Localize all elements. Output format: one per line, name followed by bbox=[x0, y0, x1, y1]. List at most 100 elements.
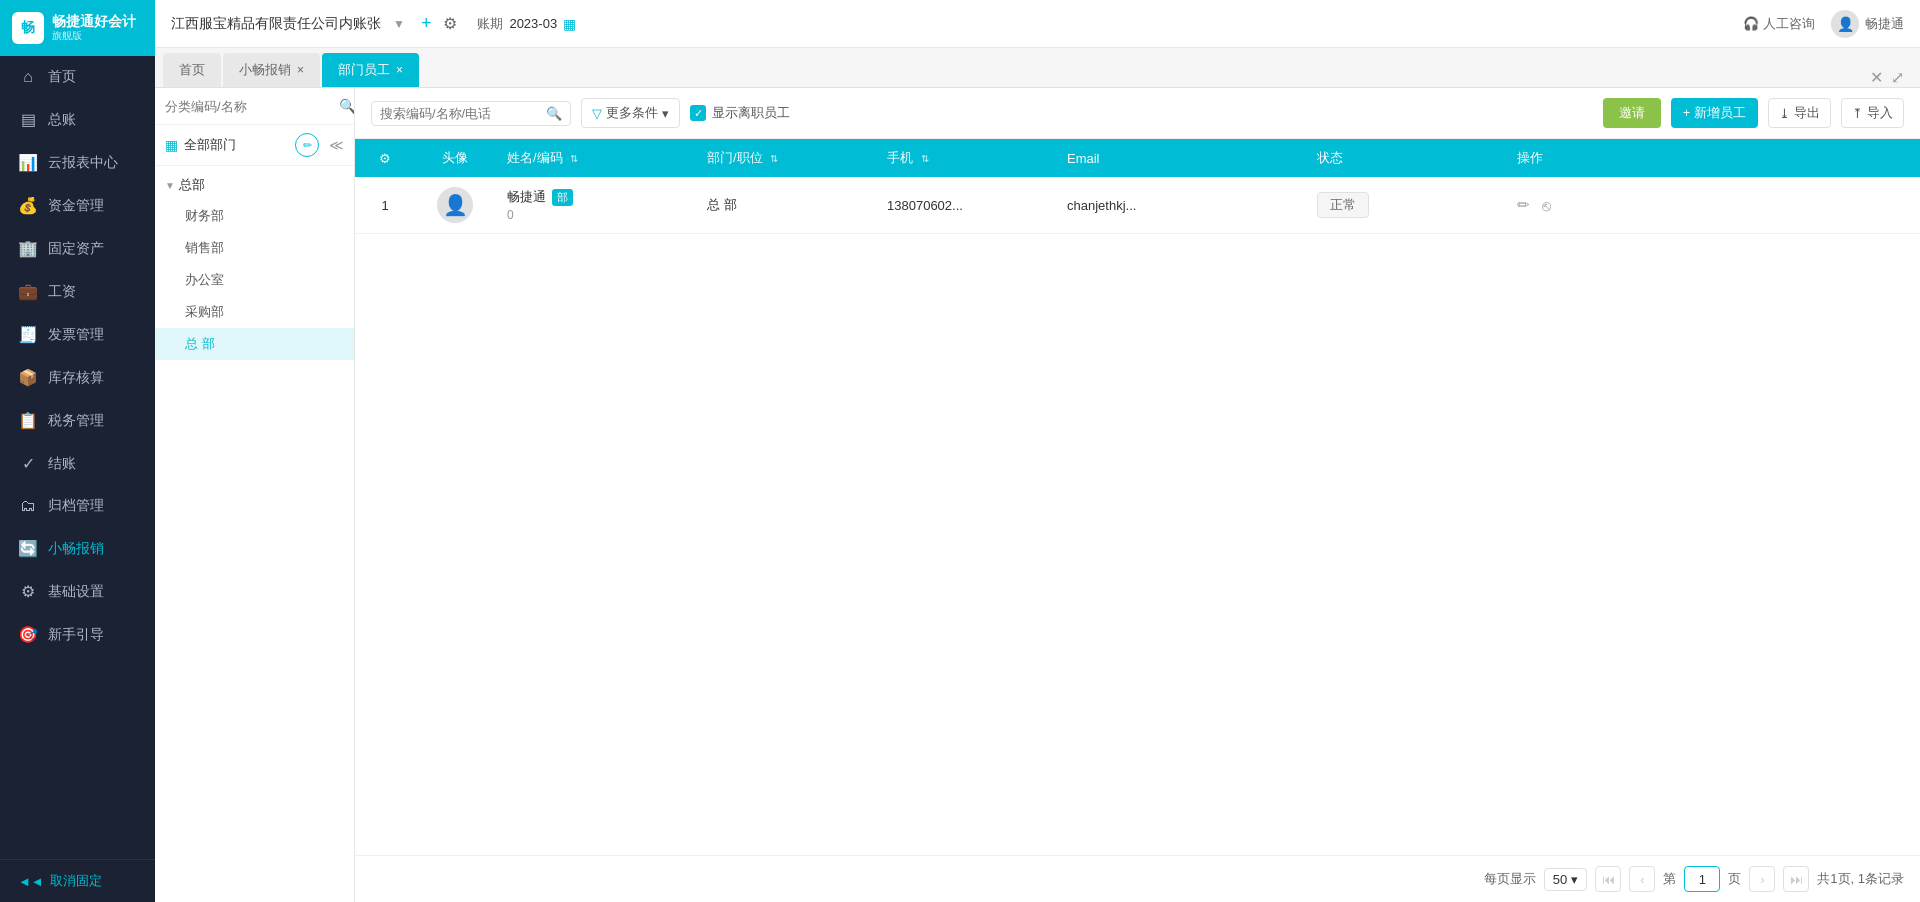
last-page-button[interactable]: ⏭ bbox=[1783, 866, 1809, 892]
tab-department[interactable]: 部门员工 × bbox=[322, 53, 419, 87]
logout-icon[interactable]: ⎋ bbox=[1542, 197, 1551, 214]
col-name[interactable]: 姓名/编码 ⇅ bbox=[495, 139, 695, 177]
page-number-input[interactable] bbox=[1684, 866, 1720, 892]
sidebar-item-label: 新手引导 bbox=[48, 626, 104, 644]
sidebar-item-label: 总账 bbox=[48, 111, 76, 129]
filter-label: 更多条件 bbox=[606, 104, 658, 122]
tax-icon: 📋 bbox=[18, 411, 38, 430]
left-panel: 🔍 ▦ 全部部门 ✏ ≪ ▼ 总部 财务部 销售部 办公室 采购部 总 部 bbox=[155, 88, 355, 902]
sidebar-item-archive[interactable]: 🗂 归档管理 bbox=[0, 485, 155, 527]
add-company-button[interactable]: + bbox=[421, 13, 432, 34]
logo-title: 畅捷通好会计 bbox=[52, 13, 136, 30]
col-avatar: 头像 bbox=[415, 139, 495, 177]
sidebar-item-capital[interactable]: 💰 资金管理 bbox=[0, 184, 155, 227]
employee-name-text: 畅捷通 bbox=[507, 188, 546, 206]
first-page-button[interactable]: ⏮ bbox=[1595, 866, 1621, 892]
add-employee-button[interactable]: + 新增员工 bbox=[1671, 98, 1758, 128]
expand-window-icon[interactable]: ⤢ bbox=[1891, 68, 1904, 87]
dept-item-finance[interactable]: 财务部 bbox=[155, 200, 354, 232]
name-sort-icon: ⇅ bbox=[570, 153, 578, 164]
cell-email: chanjethkj... bbox=[1055, 177, 1305, 234]
dept-item-office[interactable]: 办公室 bbox=[155, 264, 354, 296]
dept-item-sales[interactable]: 销售部 bbox=[155, 232, 354, 264]
col-dept[interactable]: 部门/职位 ⇅ bbox=[695, 139, 875, 177]
settings-icon: ⚙ bbox=[18, 582, 38, 601]
employee-search-icon[interactable]: 🔍 bbox=[546, 106, 562, 121]
show-resigned-toggle[interactable]: ✓ 显示离职员工 bbox=[690, 104, 790, 122]
company-dropdown-icon[interactable]: ▼ bbox=[393, 17, 405, 31]
employee-table: ⚙ 头像 姓名/编码 ⇅ 部门/职位 ⇅ 手机 bbox=[355, 139, 1920, 855]
sidebar-scroll: ⌂ 首页 ▤ 总账 📊 云报表中心 💰 资金管理 🏢 固定资产 💼 工资 🧾 发… bbox=[0, 56, 155, 859]
per-page-select[interactable]: 50 ▾ bbox=[1544, 868, 1587, 891]
phone-sort-icon: ⇅ bbox=[921, 153, 929, 164]
import-label: 导入 bbox=[1867, 104, 1893, 122]
dept-tree: ▼ 总部 财务部 销售部 办公室 采购部 总 部 bbox=[155, 166, 354, 902]
sidebar-item-reports[interactable]: 📊 云报表中心 bbox=[0, 141, 155, 184]
show-resigned-checkbox[interactable]: ✓ bbox=[690, 105, 706, 121]
settings-icon[interactable]: ⚙ bbox=[443, 14, 457, 33]
pagination: 每页显示 50 ▾ ⏮ ‹ 第 页 › ⏭ 共1页, 1条记录 bbox=[355, 855, 1920, 902]
dept-group-hq[interactable]: ▼ 总部 bbox=[155, 170, 354, 200]
sidebar-item-ledger[interactable]: ▤ 总账 bbox=[0, 98, 155, 141]
user-name: 畅捷通 bbox=[1865, 15, 1904, 33]
sidebar-item-invoice[interactable]: 🧾 发票管理 bbox=[0, 313, 155, 356]
sidebar-item-expenses[interactable]: 🔄 小畅报销 bbox=[0, 527, 155, 570]
support-button[interactable]: 🎧 人工咨询 bbox=[1743, 15, 1815, 33]
dept-search-icon[interactable]: 🔍 bbox=[339, 98, 355, 114]
next-page-button[interactable]: › bbox=[1749, 866, 1775, 892]
period-value: 2023-03 bbox=[509, 16, 557, 31]
employee-search-input[interactable] bbox=[380, 106, 540, 121]
sidebar-item-label: 库存核算 bbox=[48, 369, 104, 387]
sidebar-unpin[interactable]: ◄◄ 取消固定 bbox=[0, 859, 155, 902]
sidebar-item-label: 归档管理 bbox=[48, 497, 104, 515]
ledger-icon: ▤ bbox=[18, 110, 38, 129]
sidebar-item-inventory[interactable]: 📦 库存核算 bbox=[0, 356, 155, 399]
sidebar-item-label: 发票管理 bbox=[48, 326, 104, 344]
col-phone[interactable]: 手机 ⇅ bbox=[875, 139, 1055, 177]
cell-status: 正常 bbox=[1305, 177, 1505, 234]
company-name: 江西服宝精品有限责任公司内账张 bbox=[171, 15, 381, 33]
sidebar-item-home[interactable]: ⌂ 首页 bbox=[0, 56, 155, 98]
inventory-icon: 📦 bbox=[18, 368, 38, 387]
dept-search-input[interactable] bbox=[165, 99, 333, 114]
tab-expand-icons: ✕ ⤢ bbox=[1862, 68, 1912, 87]
edit-icon[interactable]: ✏ bbox=[1517, 196, 1530, 214]
cell-index: 1 bbox=[355, 177, 415, 234]
capital-icon: 💰 bbox=[18, 196, 38, 215]
calendar-icon[interactable]: ▦ bbox=[563, 16, 576, 32]
archive-icon: 🗂 bbox=[18, 497, 38, 515]
tab-department-label: 部门员工 bbox=[338, 61, 390, 79]
sidebar-item-label: 税务管理 bbox=[48, 412, 104, 430]
dept-item-general[interactable]: 总 部 bbox=[155, 328, 354, 360]
tab-expenses[interactable]: 小畅报销 × bbox=[223, 53, 320, 87]
sidebar-item-label: 小畅报销 bbox=[48, 540, 104, 558]
sidebar-item-label: 工资 bbox=[48, 283, 76, 301]
sidebar-item-label: 云报表中心 bbox=[48, 154, 118, 172]
cell-dept: 总 部 bbox=[695, 177, 875, 234]
cell-name: 畅捷通 部 0 bbox=[495, 177, 695, 234]
status-badge: 正常 bbox=[1317, 192, 1369, 218]
invite-button[interactable]: 邀请 bbox=[1603, 98, 1661, 128]
prev-page-button[interactable]: ‹ bbox=[1629, 866, 1655, 892]
sidebar-item-guide[interactable]: 🎯 新手引导 bbox=[0, 613, 155, 656]
filter-dropdown-icon: ▾ bbox=[662, 106, 669, 121]
filter-button[interactable]: ▽ 更多条件 ▾ bbox=[581, 98, 680, 128]
tab-expenses-close[interactable]: × bbox=[297, 64, 304, 76]
import-button[interactable]: ⤒ 导入 bbox=[1841, 98, 1904, 128]
sidebar-item-tax[interactable]: 📋 税务管理 bbox=[0, 399, 155, 442]
dept-edit-button[interactable]: ✏ bbox=[295, 133, 319, 157]
sidebar-item-assets[interactable]: 🏢 固定资产 bbox=[0, 227, 155, 270]
dept-search-bar: 🔍 bbox=[155, 88, 354, 125]
dept-item-purchase[interactable]: 采购部 bbox=[155, 296, 354, 328]
user-menu[interactable]: 👤 畅捷通 bbox=[1831, 10, 1904, 38]
sidebar-item-salary[interactable]: 💼 工资 bbox=[0, 270, 155, 313]
sidebar-item-settings[interactable]: ⚙ 基础设置 bbox=[0, 570, 155, 613]
tab-department-close[interactable]: × bbox=[396, 64, 403, 76]
close-window-icon[interactable]: ✕ bbox=[1870, 68, 1883, 87]
dept-collapse-icon[interactable]: ≪ bbox=[329, 137, 344, 153]
tab-home[interactable]: 首页 bbox=[163, 53, 221, 87]
export-button[interactable]: ⤓ 导出 bbox=[1768, 98, 1831, 128]
col-status: 状态 bbox=[1305, 139, 1505, 177]
col-settings[interactable]: ⚙ bbox=[355, 139, 415, 177]
sidebar-item-checkout[interactable]: ✓ 结账 bbox=[0, 442, 155, 485]
